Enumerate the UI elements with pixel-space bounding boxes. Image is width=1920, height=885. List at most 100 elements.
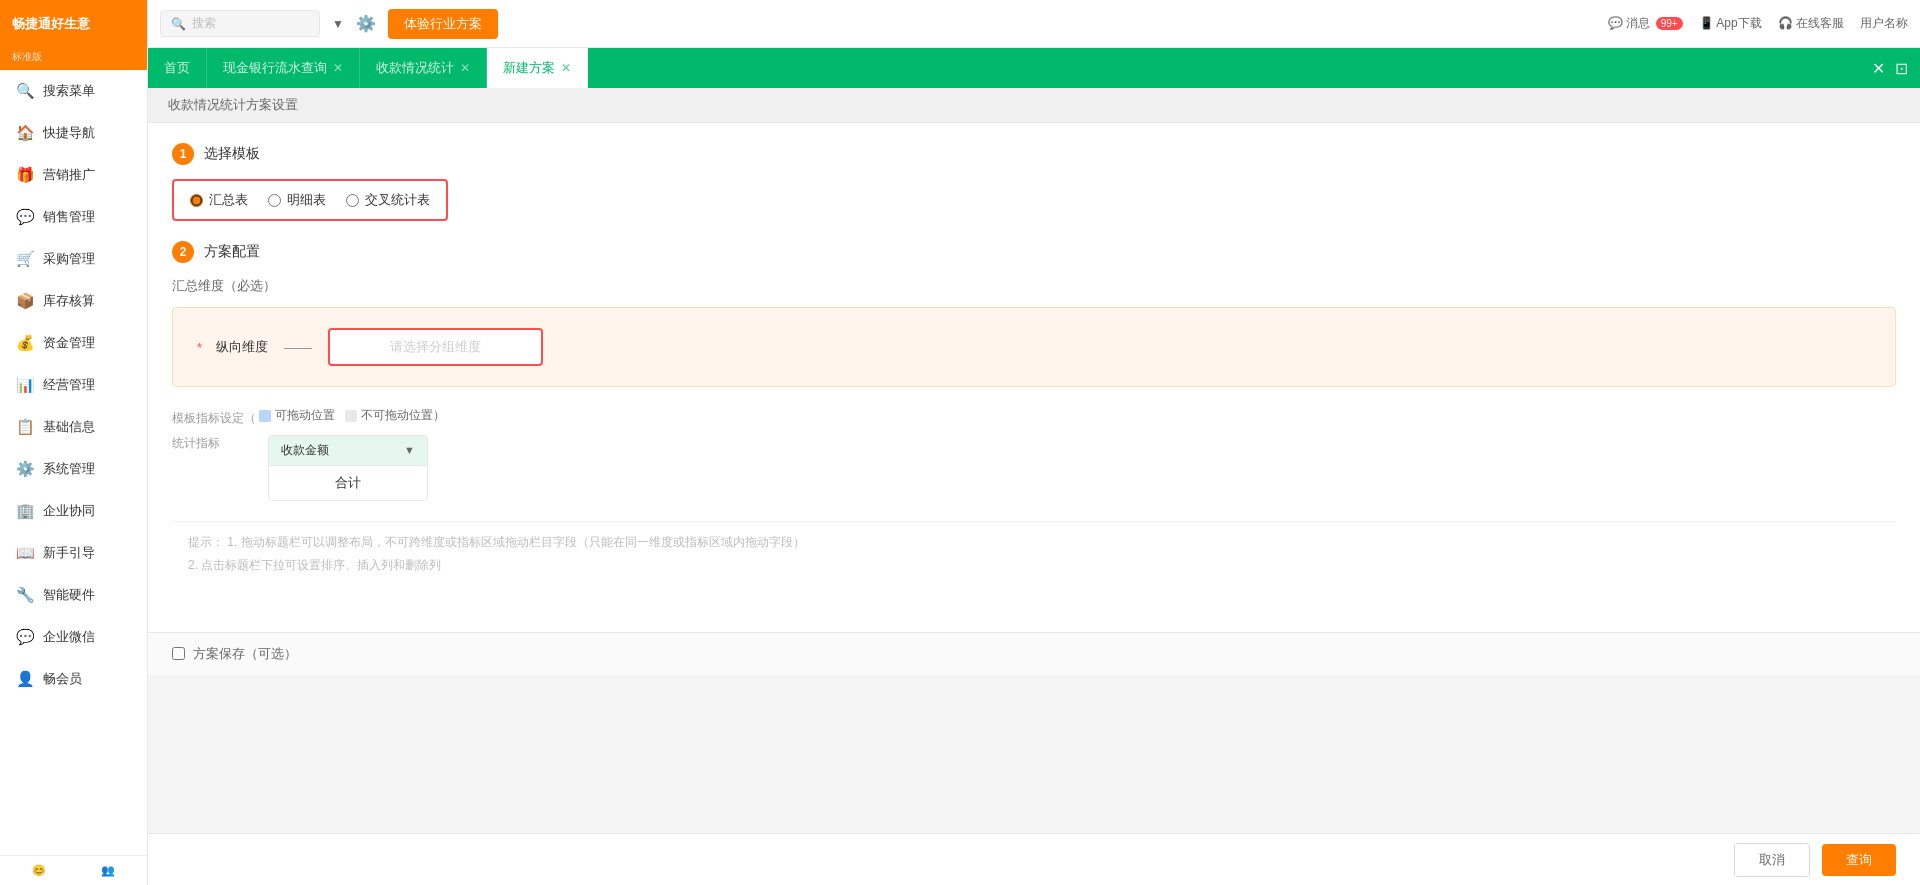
sidebar-item-operation[interactable]: 📊 经营管理 <box>0 364 147 406</box>
metrics-table: 收款金额 ▼ 合计 <box>268 435 428 501</box>
sidebar-item-enterprise[interactable]: 🏢 企业协同 <box>0 490 147 532</box>
message-badge: 99+ <box>1656 17 1683 30</box>
topbar-dropdown-arrow[interactable]: ▼ <box>332 17 344 31</box>
radio-detail-label[interactable]: 明细表 <box>287 191 326 209</box>
sidebar-item-sales[interactable]: 💬 销售管理 <box>0 196 147 238</box>
radio-summary[interactable]: 汇总表 <box>190 191 248 209</box>
tab-close-window-btn[interactable]: ✕ <box>1872 59 1885 78</box>
online-service-link[interactable]: 🎧 在线客服 <box>1778 15 1844 32</box>
topbar-search-placeholder: 搜索 <box>192 15 216 32</box>
sidebar-label-operation: 经营管理 <box>43 376 95 394</box>
draggable-badge: 可拖动位置 <box>259 407 335 424</box>
topbar-search-box[interactable]: 🔍 搜索 <box>160 10 320 37</box>
tab-home[interactable]: 首页 <box>148 48 207 88</box>
cart-icon: 🛒 <box>16 250 35 268</box>
sidebar-item-finance[interactable]: 💰 资金管理 <box>0 322 147 364</box>
tab-bar: 首页 现金银行流水查询 ✕ 收款情况统计 ✕ 新建方案 ✕ ✕ ⊡ <box>148 48 1920 88</box>
stats-label: 统计指标 <box>172 435 252 452</box>
tips-section: 提示： 1. 拖动标题栏可以调整布局，不可跨维度或指标区域拖动栏目字段（只能在同… <box>172 521 1896 592</box>
cancel-button[interactable]: 取消 <box>1734 843 1810 877</box>
sidebar-label-system: 系统管理 <box>43 460 95 478</box>
tab-bank-flow[interactable]: 现金银行流水查询 ✕ <box>207 48 360 88</box>
save-label[interactable]: 方案保存（可选） <box>193 645 297 663</box>
search-icon: 🔍 <box>16 82 35 100</box>
message-item[interactable]: 💬 消息 99+ <box>1608 15 1683 32</box>
topbar-search-icon: 🔍 <box>171 17 186 31</box>
sidebar-label-guide: 新手引导 <box>43 544 95 562</box>
sidebar-item-inventory[interactable]: 📦 库存核算 <box>0 280 147 322</box>
tab-collection-stat-label: 收款情况统计 <box>376 59 454 77</box>
dimension-arrow: —— <box>284 339 312 355</box>
sidebar-item-system[interactable]: ⚙️ 系统管理 <box>0 448 147 490</box>
sidebar-label-marketing: 营销推广 <box>43 166 95 184</box>
tab-maximize-btn[interactable]: ⊡ <box>1895 59 1908 78</box>
radio-summary-input[interactable] <box>190 194 203 207</box>
sidebar-label-purchase: 采购管理 <box>43 250 95 268</box>
sidebar-item-marketing[interactable]: 🎁 营销推广 <box>0 154 147 196</box>
radio-cross-label[interactable]: 交叉统计表 <box>365 191 430 209</box>
sidebar-item-member[interactable]: 👤 畅会员 <box>0 658 147 700</box>
tab-collection-stat[interactable]: 收款情况统计 ✕ <box>360 48 487 88</box>
chart-icon: 📊 <box>16 376 35 394</box>
no-drag-badge: 不可拖动位置） <box>345 407 445 424</box>
radio-summary-label[interactable]: 汇总表 <box>209 191 248 209</box>
tip-item-2: 2. 点击标题栏下拉可设置排序、插入列和删除列 <box>172 557 1896 574</box>
page-title: 收款情况统计方案设置 <box>148 88 1920 123</box>
drag-icon <box>259 410 271 422</box>
sidebar: 畅捷通好生意 标准版 🔍 搜索菜单 🏠 快捷导航 🎁 营销推广 💬 销售管理 🛒… <box>0 0 148 885</box>
topbar-settings-icon[interactable]: ⚙️ <box>356 14 376 33</box>
step1-header: 1 选择模板 <box>172 143 1896 165</box>
metrics-dropdown-icon[interactable]: ▼ <box>404 444 415 456</box>
gear-icon: ⚙️ <box>16 460 35 478</box>
step2-section: 2 方案配置 汇总维度（必选） * 纵向维度 —— 请选择分组维度 <box>172 241 1896 592</box>
tab-collection-stat-close[interactable]: ✕ <box>460 61 470 75</box>
sidebar-label-quick-nav: 快捷导航 <box>43 124 95 142</box>
sidebar-item-basic-info[interactable]: 📋 基础信息 <box>0 406 147 448</box>
radio-cross[interactable]: 交叉统计表 <box>346 191 430 209</box>
chat-icon: 💬 <box>16 208 35 226</box>
sidebar-label-hardware: 智能硬件 <box>43 586 95 604</box>
trial-button[interactable]: 体验行业方案 <box>388 9 498 39</box>
metrics-cell-total: 合计 <box>269 466 427 500</box>
radio-cross-input[interactable] <box>346 194 359 207</box>
sidebar-bottom: 😊 👥 <box>0 855 147 885</box>
query-button[interactable]: 查询 <box>1822 844 1896 876</box>
save-checkbox[interactable] <box>172 647 185 660</box>
sidebar-item-hardware[interactable]: 🔧 智能硬件 <box>0 574 147 616</box>
config-section: 汇总维度（必选） * 纵向维度 —— 请选择分组维度 模 <box>172 277 1896 592</box>
tab-bank-flow-label: 现金银行流水查询 <box>223 59 327 77</box>
metrics-header-text: 收款金额 <box>281 442 329 459</box>
building-icon: 🏢 <box>16 502 35 520</box>
dimension-placeholder[interactable]: 请选择分组维度 <box>328 328 543 366</box>
gift-icon: 🎁 <box>16 166 35 184</box>
summary-dimension-label: 汇总维度（必选） <box>172 277 1896 295</box>
radio-detail[interactable]: 明细表 <box>268 191 326 209</box>
member-icon: 👤 <box>16 670 35 688</box>
sidebar-item-search[interactable]: 🔍 搜索菜单 <box>0 70 147 112</box>
app-download-link[interactable]: 📱 App下载 <box>1699 15 1762 32</box>
sidebar-item-purchase[interactable]: 🛒 采购管理 <box>0 238 147 280</box>
clipboard-icon: 📋 <box>16 418 35 436</box>
sidebar-logo: 畅捷通好生意 <box>0 0 147 48</box>
book-icon: 📖 <box>16 544 35 562</box>
sidebar-bottom-btn1[interactable]: 😊 <box>8 864 70 877</box>
sidebar-item-guide[interactable]: 📖 新手引导 <box>0 532 147 574</box>
step1-section: 1 选择模板 汇总表 明细表 交叉统计表 <box>172 143 1896 221</box>
sidebar-item-wechat[interactable]: 💬 企业微信 <box>0 616 147 658</box>
tab-bank-flow-close[interactable]: ✕ <box>333 61 343 75</box>
sidebar-item-quick-nav[interactable]: 🏠 快捷导航 <box>0 112 147 154</box>
wechat-icon: 💬 <box>16 628 35 646</box>
tab-new-plan-close[interactable]: ✕ <box>561 61 571 75</box>
required-mark: * <box>197 340 202 355</box>
topbar: 🔍 搜索 ▼ ⚙️ 体验行业方案 💬 消息 99+ 📱 App下载 🎧 在线客服… <box>148 0 1920 48</box>
home-icon: 🏠 <box>16 124 35 142</box>
radio-detail-input[interactable] <box>268 194 281 207</box>
tab-new-plan[interactable]: 新建方案 ✕ <box>487 48 588 88</box>
footer-bar: 取消 查询 <box>148 833 1920 885</box>
metrics-table-header[interactable]: 收款金额 ▼ <box>269 436 427 466</box>
tab-home-label: 首页 <box>164 59 190 77</box>
sidebar-label-basic-info: 基础信息 <box>43 418 95 436</box>
step1-title: 选择模板 <box>204 145 260 163</box>
sidebar-bottom-btn2[interactable]: 👥 <box>78 864 140 877</box>
main-area: 🔍 搜索 ▼ ⚙️ 体验行业方案 💬 消息 99+ 📱 App下载 🎧 在线客服… <box>148 0 1920 885</box>
